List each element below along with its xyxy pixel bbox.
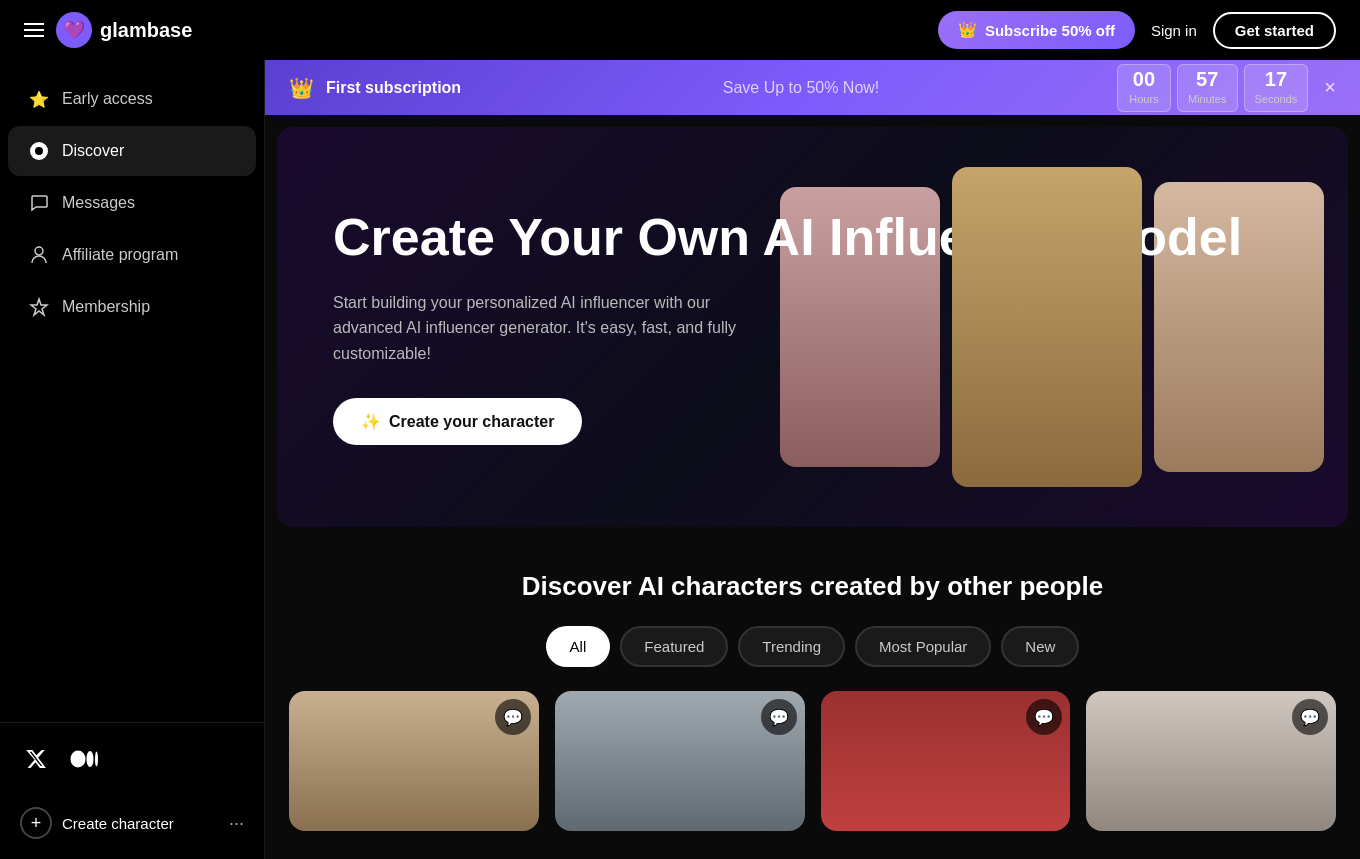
sidebar-item-early-access-label: Early access <box>62 90 153 108</box>
logo-text: glambase <box>100 19 192 42</box>
create-character-button[interactable]: ✨ Create your character <box>333 398 582 445</box>
filter-tab-trending[interactable]: Trending <box>738 626 845 667</box>
hero-image-2 <box>952 167 1142 487</box>
sidebar-item-affiliate[interactable]: Affiliate program <box>8 230 256 280</box>
discover-section: Discover AI characters created by other … <box>265 539 1360 847</box>
svg-point-4 <box>87 751 94 767</box>
twitter-icon[interactable] <box>20 743 52 775</box>
messages-icon <box>28 192 50 214</box>
topnav: 💜 glambase 👑 Subscribe 50% off Sign in G… <box>0 0 1360 60</box>
promo-banner: 👑 First subscription Save Up to 50% Now!… <box>265 60 1360 115</box>
sidebar-item-messages[interactable]: Messages <box>8 178 256 228</box>
sign-in-button[interactable]: Sign in <box>1151 22 1197 39</box>
svg-point-3 <box>71 751 86 768</box>
hero-subtitle: Start building your personalized AI infl… <box>333 290 753 367</box>
banner-close-button[interactable]: × <box>1324 76 1336 99</box>
sidebar-item-discover-label: Discover <box>62 142 124 160</box>
subscribe-button[interactable]: 👑 Subscribe 50% off <box>938 11 1135 49</box>
create-character-bar: + Create character ··· <box>20 799 244 847</box>
timer-hours-label: Hours <box>1129 93 1158 105</box>
create-character-label: Create character <box>62 815 174 832</box>
sparkle-icon: ✨ <box>361 412 381 431</box>
logo-icon: 💜 <box>56 12 92 48</box>
star-icon: ⭐ <box>28 88 50 110</box>
card-chat-badge-3[interactable]: 💬 <box>1026 699 1062 735</box>
subscribe-crown-icon: 👑 <box>958 21 977 39</box>
filter-tab-featured[interactable]: Featured <box>620 626 728 667</box>
character-card-3[interactable]: 💬 <box>821 691 1071 831</box>
card-chat-badge-1[interactable]: 💬 <box>495 699 531 735</box>
timer-seconds: 17 Seconds <box>1244 64 1309 112</box>
sidebar-nav: ⭐ Early access Discover Mes <box>0 60 264 722</box>
create-plus-button[interactable]: + <box>20 807 52 839</box>
filter-tab-new[interactable]: New <box>1001 626 1079 667</box>
timer-group: 00 Hours 57 Minutes 17 Seconds <box>1117 64 1308 112</box>
sidebar-item-affiliate-label: Affiliate program <box>62 246 178 264</box>
discover-icon <box>28 140 50 162</box>
medium-icon[interactable] <box>68 743 100 775</box>
hero-section: Create Your Own AI Influencer Model Star… <box>277 127 1348 527</box>
more-options-icon[interactable]: ··· <box>229 813 244 834</box>
timer-seconds-label: Seconds <box>1255 93 1298 105</box>
sidebar-item-membership-label: Membership <box>62 298 150 316</box>
banner-subtitle: Save Up to 50% Now! <box>485 79 1117 97</box>
social-icons <box>20 735 244 783</box>
banner-title: First subscription <box>326 79 461 97</box>
svg-point-2 <box>35 247 43 255</box>
main-layout: ⭐ Early access Discover Mes <box>0 60 1360 859</box>
hamburger-menu[interactable] <box>24 23 44 37</box>
topnav-left: 💜 glambase <box>24 12 938 48</box>
logo: 💜 glambase <box>56 12 192 48</box>
sidebar-item-messages-label: Messages <box>62 194 135 212</box>
get-started-button[interactable]: Get started <box>1213 12 1336 49</box>
banner-crown-icon: 👑 <box>289 76 314 100</box>
create-character-btn-label: Create your character <box>389 413 554 431</box>
timer-hours: 00 Hours <box>1117 64 1171 112</box>
cards-grid: 💬 💬 💬 💬 <box>289 691 1336 831</box>
hero-content: Create Your Own AI Influencer Model Star… <box>333 209 1292 446</box>
discover-title: Discover AI characters created by other … <box>289 571 1336 602</box>
membership-icon <box>28 296 50 318</box>
hero-title: Create Your Own AI Influencer Model <box>333 209 1292 266</box>
card-chat-badge-4[interactable]: 💬 <box>1292 699 1328 735</box>
timer-hours-value: 00 <box>1128 69 1160 89</box>
subscribe-label: Subscribe 50% off <box>985 22 1115 39</box>
sidebar: ⭐ Early access Discover Mes <box>0 60 265 859</box>
sidebar-item-discover[interactable]: Discover <box>8 126 256 176</box>
filter-tabs: All Featured Trending Most Popular New <box>289 626 1336 667</box>
affiliate-icon <box>28 244 50 266</box>
sidebar-item-membership[interactable]: Membership <box>8 282 256 332</box>
character-card-4[interactable]: 💬 <box>1086 691 1336 831</box>
timer-minutes-label: Minutes <box>1188 93 1227 105</box>
filter-tab-all[interactable]: All <box>546 626 611 667</box>
timer-seconds-value: 17 <box>1255 69 1298 89</box>
timer-minutes-value: 57 <box>1188 69 1227 89</box>
topnav-right: 👑 Subscribe 50% off Sign in Get started <box>938 11 1336 49</box>
card-chat-badge-2[interactable]: 💬 <box>761 699 797 735</box>
filter-tab-most-popular[interactable]: Most Popular <box>855 626 991 667</box>
character-card-1[interactable]: 💬 <box>289 691 539 831</box>
content-area: 👑 First subscription Save Up to 50% Now!… <box>265 60 1360 859</box>
timer-minutes: 57 Minutes <box>1177 64 1238 112</box>
svg-point-5 <box>95 752 98 767</box>
character-card-2[interactable]: 💬 <box>555 691 805 831</box>
sidebar-item-early-access[interactable]: ⭐ Early access <box>8 74 256 124</box>
sidebar-bottom: + Create character ··· <box>0 722 264 859</box>
svg-point-1 <box>35 147 43 155</box>
